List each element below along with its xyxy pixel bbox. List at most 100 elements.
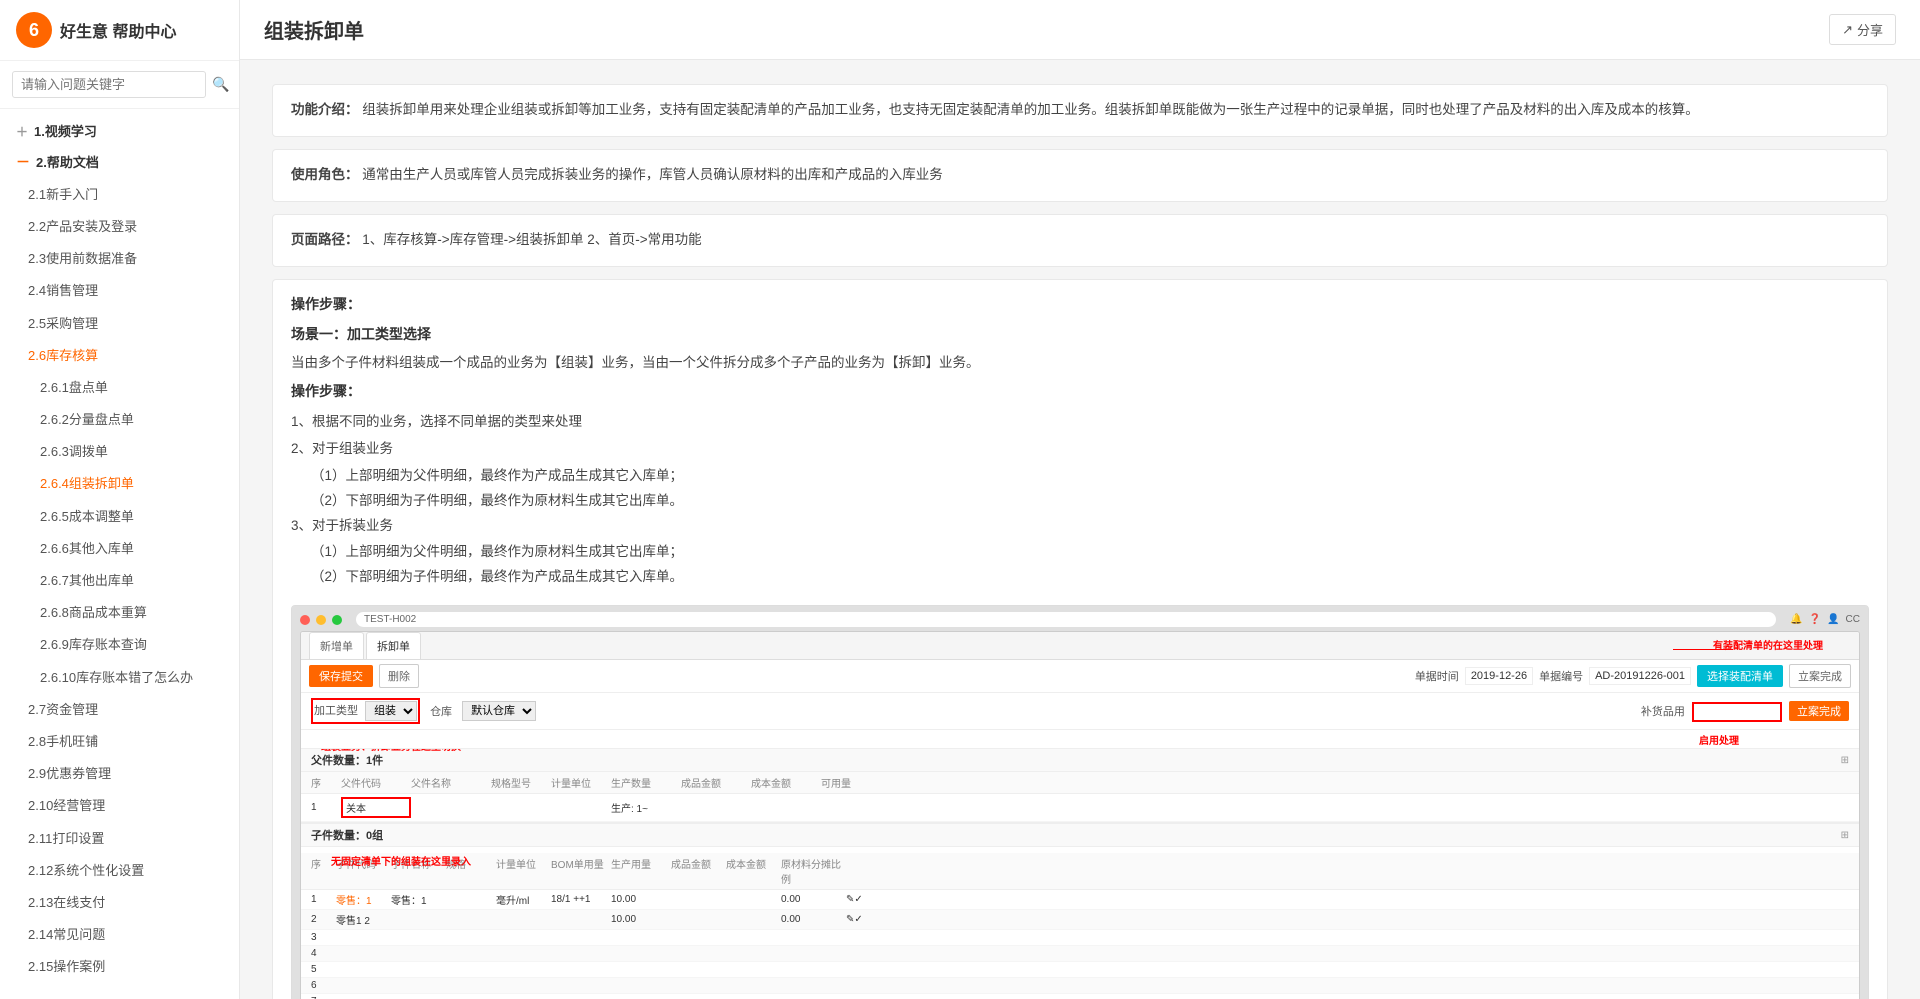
warehouse-label: 仓库 <box>430 703 452 719</box>
lower-row-2: 2 零售1 2 10.00 0.00 ✎✓ <box>301 910 1859 930</box>
btn-select-bom[interactable]: 选择装配清单 <box>1697 665 1783 687</box>
intro-text: 组装拆卸单用来处理企业组装或拆卸等加工业务，支持有固定装配清单的产品加工业务，也… <box>362 102 1699 117</box>
lower-table-title: 子件数量：0组 <box>311 827 383 843</box>
search-box: 🔍 <box>0 61 239 109</box>
sidebar-item-print[interactable]: 2.11打印设置 <box>0 823 239 855</box>
search-button[interactable]: 🔍 <box>212 76 229 93</box>
ops-heading2: 操作步骤： <box>291 381 1869 401</box>
sidebar-item-costrecompute[interactable]: 2.6.8商品成本重算 <box>0 597 239 629</box>
sidebar-item-sales[interactable]: 2.4销售管理 <box>0 275 239 307</box>
step-2-2: （2）下部明细为子件明细，最终作为原材料生成其它出库单。 <box>291 490 1869 513</box>
collapse-icon: － <box>16 153 30 173</box>
annotation-enable: 启用处理 <box>1699 732 1739 747</box>
step-2-1: （1）上部明细为父件明细，最终作为产成品生成其它入库单； <box>291 465 1869 488</box>
sidebar-item-operation[interactable]: 2.10经营管理 <box>0 790 239 822</box>
sidebar-item-inventory[interactable]: 2.6库存核算 <box>0 340 239 372</box>
nav-icon-help: ❓ <box>1809 614 1821 625</box>
lower-row-5: 5 <box>301 962 1859 978</box>
sidebar-item-mobile[interactable]: 2.8手机旺铺 <box>0 726 239 758</box>
role-label: 使用角色： <box>291 167 359 182</box>
main-header: 组装拆卸单 ↗ 分享 <box>240 0 1920 60</box>
lower-row-3: 3 <box>301 930 1859 946</box>
assembly-type-dropdown[interactable]: 组装 拆卸 <box>365 701 417 721</box>
supplement-input[interactable] <box>1692 702 1782 722</box>
sidebar-item-newuser[interactable]: 2.1新手入门 <box>0 179 239 211</box>
logo-text: 好生意 帮助中心 <box>60 18 176 42</box>
sidebar-item-personalize[interactable]: 2.12系统个性化设置 <box>0 855 239 887</box>
step-1: 1、根据不同的业务，选择不同单据的类型来处理 <box>291 411 1869 434</box>
intro-block: 功能介绍： 组装拆卸单用来处理企业组装或拆卸等加工业务，支持有固定装配清单的产品… <box>272 84 1888 137</box>
steps-list: 1、根据不同的业务，选择不同单据的类型来处理 2、对于组装业务 （1）上部明细为… <box>291 411 1869 590</box>
scene1-desc: 当由多个子件材料组装成一个成品的业务为【组装】业务，当由一个父件拆分成多个子产品… <box>291 352 1869 375</box>
main-content: 组装拆卸单 ↗ 分享 功能介绍： 组装拆卸单用来处理企业组装或拆卸等加工业务，支… <box>240 0 1920 999</box>
step-3-1: （1）上部明细为父件明细，最终作为原材料生成其它出库单； <box>291 541 1869 564</box>
sidebar-item-costadjust[interactable]: 2.6.5成本调整单 <box>0 501 239 533</box>
path-text: 1、库存核算->库存管理->组装拆卸单 2、首页->常用功能 <box>362 232 701 247</box>
path-label: 页面路径： <box>291 232 359 247</box>
scene1-heading: 场景一：加工类型选择 <box>291 324 1869 344</box>
sidebar-item-stocktake[interactable]: 2.6.1盘点单 <box>0 372 239 404</box>
sidebar-item-helpdoc[interactable]: － 2.帮助文档 <box>0 147 239 179</box>
sidebar-item-finance[interactable]: 2.7资金管理 <box>0 694 239 726</box>
form-no-label: 单据编号 <box>1539 668 1583 684</box>
sidebar-item-inventoryledger[interactable]: 2.6.9库存账本查询 <box>0 629 239 661</box>
sidebar-item-video[interactable]: ＋ 1.视频学习 <box>0 117 239 147</box>
sidebar-item-assembly[interactable]: 2.6.4组装拆卸单 <box>0 468 239 500</box>
step-3-2: （2）下部明细为子件明细，最终作为产成品生成其它入库单。 <box>291 566 1869 589</box>
assembly-type-selector: 加工类型 组装 拆卸 <box>311 698 420 724</box>
ops-heading: 操作步骤： <box>291 294 1869 314</box>
btn-delete[interactable]: 删除 <box>379 664 419 688</box>
nav-text-cc: CC <box>1846 614 1860 625</box>
sidebar-item-otherinbound[interactable]: 2.6.6其他入库单 <box>0 533 239 565</box>
sidebar-item-partialstocktake[interactable]: 2.6.2分量盘点单 <box>0 404 239 436</box>
upper-table-title: 父件数量：1件 <box>311 752 383 768</box>
role-text: 通常由生产人员或库管人员完成拆装业务的操作，库管人员确认原材料的出库和产成品的入… <box>362 167 943 182</box>
path-block: 页面路径： 1、库存核算->库存管理->组装拆卸单 2、首页->常用功能 <box>272 214 1888 267</box>
sidebar-item-onlinepay[interactable]: 2.13在线支付 <box>0 887 239 919</box>
step-2: 2、对于组装业务 <box>291 438 1869 461</box>
share-button[interactable]: ↗ 分享 <box>1829 14 1896 45</box>
sidebar-item-dataprep[interactable]: 2.3使用前数据准备 <box>0 243 239 275</box>
upper-table-row-1: 1 关本 生产: 1~ <box>301 794 1859 822</box>
sidebar-nav: ＋ 1.视频学习 － 2.帮助文档 2.1新手入门 2.2产品安装及登录 2.3… <box>0 109 239 999</box>
nav-icon-user: 👤 <box>1827 614 1839 625</box>
form-date-label: 单据时间 <box>1415 668 1459 684</box>
tab-disassemble[interactable]: 拆卸单 <box>366 632 421 659</box>
upper-code-cell: 关本 <box>341 797 411 818</box>
sidebar: 6 好生意 帮助中心 🔍 ＋ 1.视频学习 － 2.帮助文档 2.1新手入门 2… <box>0 0 240 999</box>
arrow-bom <box>1673 649 1733 650</box>
expand-upper-icon[interactable]: ⊞ <box>1841 755 1849 766</box>
content-area: 功能介绍： 组装拆卸单用来处理企业组装或拆卸等加工业务，支持有固定装配清单的产品… <box>240 60 1920 999</box>
btn-apply[interactable]: 立案完成 <box>1789 701 1849 721</box>
tab-new[interactable]: 新增单 <box>309 632 364 659</box>
sidebar-item-purchase[interactable]: 2.5采购管理 <box>0 308 239 340</box>
nav-icon-bell: 🔔 <box>1790 614 1802 625</box>
lower-row-7: 7 <box>301 994 1859 999</box>
expand-icon: ＋ <box>16 124 28 141</box>
url-bar: TEST-H002 <box>364 614 416 625</box>
role-block: 使用角色： 通常由生产人员或库管人员完成拆装业务的操作，库管人员确认原材料的出库… <box>272 149 1888 202</box>
sidebar-item-otheroutbound[interactable]: 2.6.7其他出库单 <box>0 565 239 597</box>
logo-icon: 6 <box>16 12 52 48</box>
sidebar-item-install[interactable]: 2.2产品安装及登录 <box>0 211 239 243</box>
lower-row-4: 4 <box>301 946 1859 962</box>
btn-enable[interactable]: 立案完成 <box>1789 664 1851 688</box>
sidebar-item-coupon[interactable]: 2.9优惠券管理 <box>0 758 239 790</box>
step-3: 3、对于拆装业务 <box>291 515 1869 538</box>
intro-label: 功能介绍： <box>291 102 359 117</box>
sidebar-item-cases[interactable]: 2.15操作案例 <box>0 951 239 983</box>
sidebar-item-transfer[interactable]: 2.6.3调拨单 <box>0 436 239 468</box>
lower-row-1: 1 零售：1 零售：1 毫升/ml 18/1 ++1 10.00 0.00 <box>301 890 1859 910</box>
lower-row-6: 6 <box>301 978 1859 994</box>
sidebar-item-inventoryfix[interactable]: 2.6.10库存账本错了怎么办 <box>0 662 239 694</box>
sidebar-header: 6 好生意 帮助中心 <box>0 0 239 61</box>
warehouse-dropdown[interactable]: 默认仓库 <box>462 701 536 721</box>
ops-block: 操作步骤： 场景一：加工类型选择 当由多个子件材料组装成一个成品的业务为【组装】… <box>272 279 1888 999</box>
annotation-no-bom: 无固定清单下的组装在这里录入 <box>331 853 471 868</box>
sidebar-item-faq[interactable]: 2.14常见问题 <box>0 919 239 951</box>
expand-lower-icon[interactable]: ⊞ <box>1841 830 1849 841</box>
share-icon: ↗ <box>1842 22 1853 38</box>
btn-save[interactable]: 保存提交 <box>309 665 373 687</box>
page-title: 组装拆卸单 <box>264 15 364 44</box>
search-input[interactable] <box>12 71 206 98</box>
